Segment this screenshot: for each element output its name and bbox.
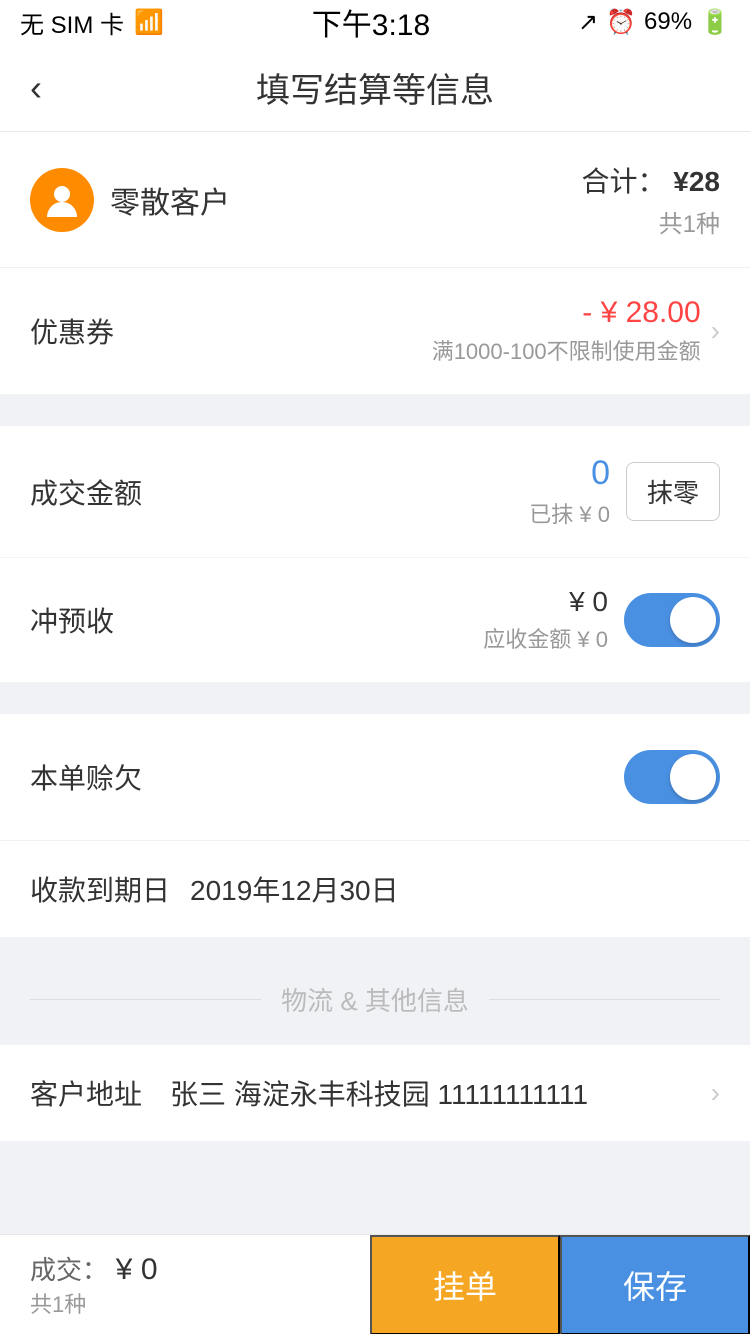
total-line: 合计： ¥28 (581, 160, 720, 200)
customer-name: 零散客户 (110, 178, 230, 222)
transaction-amount-row: 成交金额 0 已抹 ¥ 0 抹零 (0, 426, 750, 558)
logistics-label: 物流 & 其他信息 (281, 981, 469, 1018)
debt-toggle[interactable] (624, 750, 720, 804)
debt-section: 本单赊欠 收款到期日 2019年12月30日 (0, 714, 750, 937)
pending-button[interactable]: 挂单 (370, 1235, 560, 1334)
coupon-content: - ¥ 28.00 满1000-100不限制使用金额 (432, 296, 701, 366)
bottom-bar: 成交： ¥ 0 共1种 挂单 保存 (0, 1234, 750, 1334)
location-icon: ↗ (578, 8, 598, 37)
due-date-label: 收款到期日 (30, 869, 170, 909)
section-divider-3 (0, 953, 750, 969)
bottom-trans-line: 成交： ¥ 0 (30, 1250, 340, 1287)
address-value: 张三 海淀永丰科技园 11111111111 (170, 1073, 711, 1113)
coupon-label: 优惠券 (30, 311, 114, 351)
due-date-row: 收款到期日 2019年12月30日 (0, 840, 750, 937)
bottom-info: 成交： ¥ 0 共1种 (0, 1250, 370, 1319)
due-date-value: 2019年12月30日 (190, 869, 399, 909)
customer-row: 零散客户 合计： ¥28 共1种 (0, 132, 750, 267)
battery-level: 69% (644, 8, 692, 36)
prepayment-label: 冲预收 (30, 600, 114, 640)
bottom-count: 共1种 (30, 1287, 340, 1319)
wifi-icon: 📶 (134, 8, 164, 37)
logistics-section-label: 物流 & 其他信息 (0, 969, 750, 1029)
coupon-description: 满1000-100不限制使用金额 (432, 334, 701, 366)
status-left: 无 SIM 卡 📶 (20, 5, 164, 40)
prepayment-values: ¥ 0 应收金额 ¥ 0 (483, 586, 608, 654)
toggle-track (624, 593, 720, 647)
debt-label: 本单赊欠 (30, 757, 142, 797)
address-chevron-icon: › (711, 1077, 720, 1109)
bottom-amount: ¥ 0 (116, 1253, 158, 1286)
address-section: 客户地址 张三 海淀永丰科技园 11111111111 › (0, 1045, 750, 1141)
transaction-sub: 已抹 ¥ 0 (529, 497, 610, 529)
coupon-discount: - ¥ 28.00 (432, 296, 701, 330)
customer-section: 零散客户 合计： ¥28 共1种 优惠券 - ¥ 28.00 满1000-100… (0, 132, 750, 394)
bottom-trans-label: 成交： (30, 1255, 108, 1285)
avatar (30, 168, 94, 232)
transaction-label: 成交金额 (30, 472, 142, 512)
section-divider-2 (0, 698, 750, 714)
transaction-right: 0 已抹 ¥ 0 抹零 (529, 454, 720, 529)
content-area: 零散客户 合计： ¥28 共1种 优惠券 - ¥ 28.00 满1000-100… (0, 132, 750, 1277)
transaction-value: 0 (529, 454, 610, 493)
back-button[interactable]: ‹ (30, 67, 42, 109)
nav-bar: ‹ 填写结算等信息 (0, 44, 750, 132)
round-off-button[interactable]: 抹零 (626, 462, 720, 521)
divider-line-left (30, 999, 261, 1000)
alarm-icon: ⏰ (606, 8, 636, 37)
chevron-right-icon: › (711, 315, 720, 347)
prepayment-row: 冲预收 ¥ 0 应收金额 ¥ 0 (0, 558, 750, 682)
total-label: 合计： (581, 166, 665, 197)
prepayment-sub: 应收金额 ¥ 0 (483, 622, 608, 654)
total-amount: ¥28 (673, 166, 720, 197)
battery-icon: 🔋 (700, 8, 730, 37)
coupon-right: - ¥ 28.00 满1000-100不限制使用金额 › (432, 296, 720, 366)
debt-toggle-track (624, 750, 720, 804)
prepayment-toggle[interactable] (624, 593, 720, 647)
status-bar: 无 SIM 卡 📶 下午3:18 ↗ ⏰ 69% 🔋 (0, 0, 750, 44)
prepayment-right: ¥ 0 应收金额 ¥ 0 (483, 586, 720, 654)
debt-row: 本单赊欠 (0, 714, 750, 840)
address-label: 客户地址 (30, 1073, 150, 1113)
transaction-section: 成交金额 0 已抹 ¥ 0 抹零 冲预收 ¥ 0 应收金额 ¥ 0 (0, 426, 750, 682)
address-row[interactable]: 客户地址 张三 海淀永丰科技园 11111111111 › (0, 1045, 750, 1141)
coupon-row[interactable]: 优惠券 - ¥ 28.00 满1000-100不限制使用金额 › (0, 267, 750, 394)
toggle-thumb (670, 597, 716, 643)
section-divider-4 (0, 1029, 750, 1045)
transaction-values: 0 已抹 ¥ 0 (529, 454, 610, 529)
section-divider-1 (0, 410, 750, 426)
status-right: ↗ ⏰ 69% 🔋 (578, 8, 730, 37)
divider-line-right (489, 999, 720, 1000)
save-button[interactable]: 保存 (560, 1235, 750, 1334)
status-time: 下午3:18 (312, 0, 430, 44)
page-title: 填写结算等信息 (256, 63, 494, 112)
debt-toggle-thumb (670, 754, 716, 800)
customer-left: 零散客户 (30, 168, 230, 232)
prepayment-value: ¥ 0 (483, 586, 608, 618)
total-count: 共1种 (581, 204, 720, 239)
no-sim-label: 无 SIM 卡 (20, 5, 124, 40)
customer-right: 合计： ¥28 共1种 (581, 160, 720, 239)
